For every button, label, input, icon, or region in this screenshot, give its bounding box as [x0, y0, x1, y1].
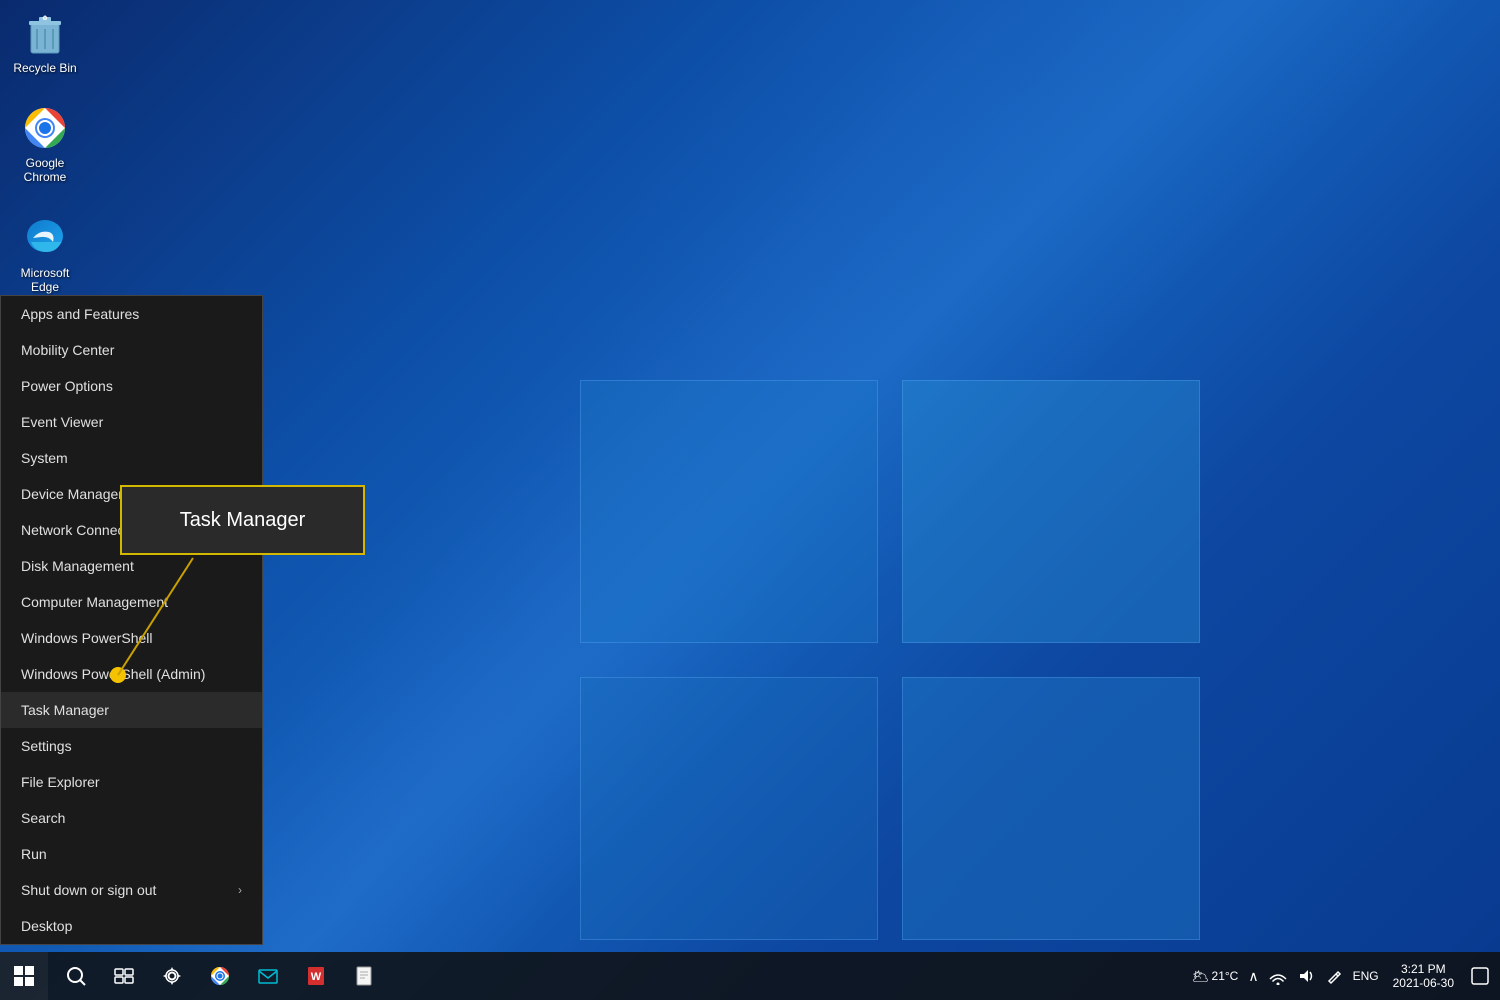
taskbar: W 🌥 🌥 21°C 21°C ∧ [0, 952, 1500, 1000]
tray-weather[interactable]: 🌥 🌥 21°C 21°C [1188, 952, 1243, 1000]
taskbar-chrome-icon [209, 965, 231, 987]
microsoft-edge-icon[interactable]: Microsoft Edge [5, 210, 85, 299]
task-manager-tooltip-label: Task Manager [180, 509, 306, 532]
menu-item-apps-features[interactable]: Apps and Features [1, 296, 262, 332]
taskbar-settings-button[interactable] [148, 952, 196, 1000]
win-pane-bottom-right [902, 677, 1200, 940]
taskbar-icons: W [48, 952, 1188, 1000]
weather-icon: 🌥 [1192, 968, 1210, 985]
taskbar-office-icon: W [305, 965, 327, 987]
recycle-bin-svg: ♻ [21, 9, 69, 57]
tray-expand-icon: ∧ [1248, 968, 1258, 985]
menu-item-search[interactable]: Search [1, 800, 262, 836]
google-chrome-label: Google Chrome [9, 156, 81, 185]
notification-icon [1471, 967, 1489, 985]
menu-item-desktop[interactable]: Desktop [1, 908, 262, 944]
win-pane-top-right [902, 380, 1200, 643]
shut-down-chevron-icon: › [238, 883, 242, 897]
taskbar-search-button[interactable] [52, 952, 100, 1000]
menu-item-event-viewer[interactable]: Event Viewer [1, 404, 262, 440]
recycle-bin-icon[interactable]: ♻ Recycle Bin [5, 5, 85, 79]
language-label: ENG [1353, 969, 1379, 983]
menu-item-task-manager[interactable]: Task Manager [1, 692, 262, 728]
menu-item-system[interactable]: System [1, 440, 262, 476]
desktop: ♻ Recycle Bin Google Chrome [0, 0, 1500, 1000]
windows-start-icon [12, 964, 36, 988]
tray-pen[interactable] [1321, 952, 1347, 1000]
taskbar-search-icon [66, 966, 86, 986]
menu-item-mobility-center[interactable]: Mobility Center [1, 332, 262, 368]
menu-item-shut-down[interactable]: Shut down or sign out › [1, 872, 262, 908]
menu-item-settings[interactable]: Settings [1, 728, 262, 764]
menu-item-computer-management[interactable]: Computer Management [1, 584, 262, 620]
menu-item-windows-powershell[interactable]: Windows PowerShell [1, 620, 262, 656]
notification-button[interactable] [1464, 952, 1496, 1000]
system-tray: 🌥 🌥 21°C 21°C ∧ [1188, 952, 1500, 1000]
menu-item-run[interactable]: Run [1, 836, 262, 872]
tray-language[interactable]: ENG [1349, 952, 1383, 1000]
taskbar-gear-icon [161, 965, 183, 987]
win-pane-bottom-left [580, 677, 878, 940]
taskbar-office-button[interactable]: W [292, 952, 340, 1000]
sound-icon [1297, 967, 1315, 985]
pen-icon [1325, 967, 1343, 985]
tray-sound[interactable] [1293, 952, 1319, 1000]
google-chrome-icon[interactable]: Google Chrome [5, 100, 85, 189]
clock-display[interactable]: 3:21 PM 2021-06-30 [1385, 952, 1462, 1000]
windows-logo [580, 380, 1200, 940]
menu-item-power-options[interactable]: Power Options [1, 368, 262, 404]
menu-item-windows-powershell-admin[interactable]: Windows PowerShell (Admin) [1, 656, 262, 692]
network-icon [1269, 967, 1287, 985]
microsoft-edge-label: Microsoft Edge [9, 266, 81, 295]
taskbar-chrome-button[interactable] [196, 952, 244, 1000]
tray-chevron[interactable]: ∧ [1244, 952, 1262, 1000]
taskbar-task-view-button[interactable] [100, 952, 148, 1000]
win-pane-top-left [580, 380, 878, 643]
taskbar-mail-icon [257, 965, 279, 987]
microsoft-edge-svg [21, 214, 69, 262]
menu-item-file-explorer[interactable]: File Explorer [1, 764, 262, 800]
recycle-bin-label: Recycle Bin [13, 61, 76, 75]
taskbar-notepad-button[interactable] [340, 952, 388, 1000]
context-menu: Apps and Features Mobility Center Power … [0, 295, 263, 945]
start-button[interactable] [0, 952, 48, 1000]
clock-date: 2021-06-30 [1393, 976, 1454, 990]
taskbar-mail-button[interactable] [244, 952, 292, 1000]
task-manager-tooltip: Task Manager [120, 485, 365, 555]
tray-network[interactable] [1265, 952, 1291, 1000]
taskbar-task-view-icon [114, 966, 134, 986]
clock-time: 3:21 PM [1401, 962, 1446, 976]
svg-text:W: W [311, 971, 322, 983]
svg-text:♻: ♻ [42, 15, 47, 22]
taskbar-notepad-icon [353, 965, 375, 987]
google-chrome-svg [21, 104, 69, 152]
